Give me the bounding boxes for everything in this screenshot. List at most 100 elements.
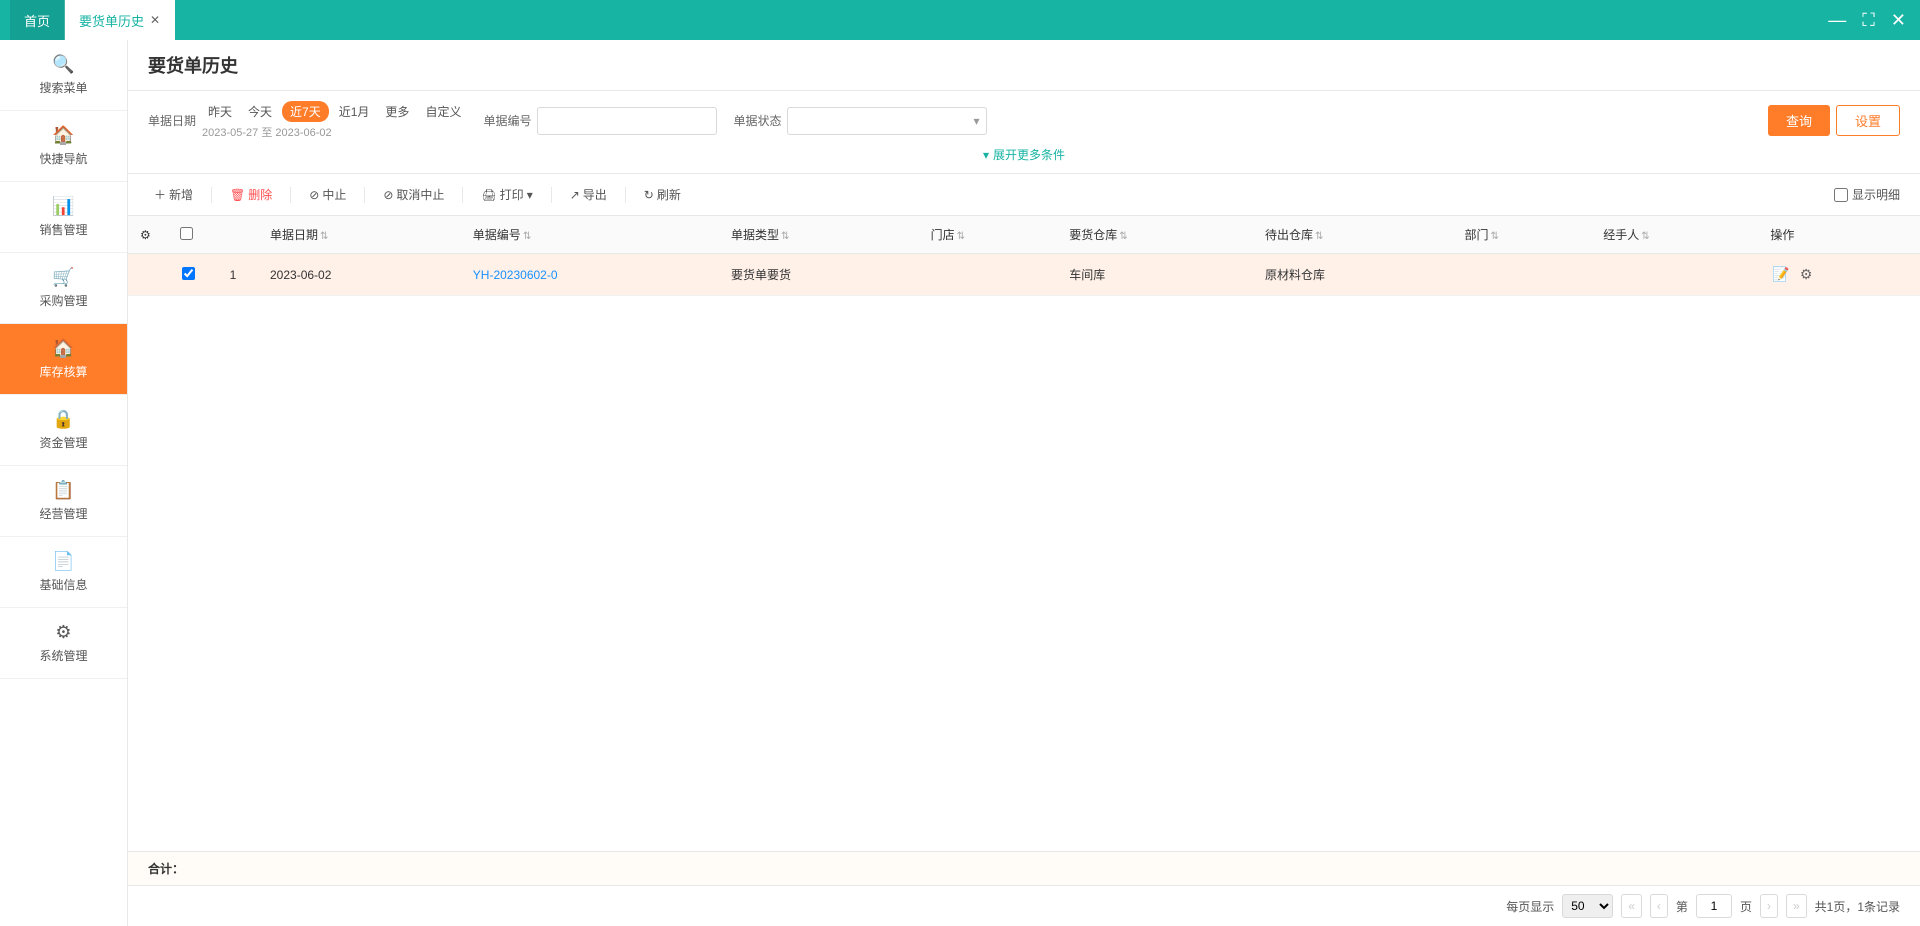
col-department-header[interactable]: 部门⇅	[1453, 216, 1592, 254]
toolbar-divider-6	[625, 187, 626, 203]
cancel-stop-btn[interactable]: ⊘ 取消中止	[377, 182, 450, 207]
total-info: 共1页，1条记录	[1815, 898, 1900, 915]
sidebar-item-sales-mgmt[interactable]: 📊 销售管理	[0, 182, 127, 253]
sort-icon-doc-no: ⇅	[523, 231, 531, 242]
plus-icon: ＋	[154, 186, 166, 203]
date-btn-yesterday[interactable]: 昨天	[202, 101, 238, 122]
tab-requisition-history[interactable]: 要货单历史 ✕	[65, 0, 175, 40]
doc-no-label: 单据编号	[483, 112, 531, 129]
display-detail-checkbox[interactable]	[1834, 188, 1848, 202]
date-btn-1month[interactable]: 近1月	[333, 101, 376, 122]
page-size-select[interactable]: 10 20 50 100	[1562, 894, 1613, 918]
new-btn-label: 新增	[169, 186, 193, 203]
date-btn-more[interactable]: 更多	[379, 101, 415, 122]
print-btn[interactable]: 🖨 打印 ▾	[475, 182, 538, 207]
sidebar-item-label: 库存核算	[39, 363, 87, 380]
query-button[interactable]: 查询	[1768, 105, 1830, 136]
sidebar: 🔍 搜索菜单 🏠 快捷导航 📊 销售管理 🛒 采购管理 🏠 库存核算 🔒	[0, 40, 128, 926]
display-detail-toggle: 显示明细	[1834, 186, 1900, 203]
base-info-icon: 📄	[52, 551, 74, 572]
setting-button[interactable]: 设置	[1836, 105, 1900, 136]
chevron-down-icon: ▾	[983, 148, 989, 162]
col-doc-no-header[interactable]: 单据编号⇅	[461, 216, 719, 254]
col-handler-header[interactable]: 经手人⇅	[1591, 216, 1758, 254]
doc-status-select[interactable]	[787, 107, 987, 135]
display-detail-label: 显示明细	[1852, 186, 1900, 203]
page-unit: 页	[1740, 898, 1752, 915]
row-more-btn[interactable]: ⚙	[1798, 264, 1815, 285]
window-close-btn[interactable]: ✕	[1887, 10, 1910, 31]
doc-status-filter-group: 单据状态	[733, 107, 987, 135]
sidebar-item-system-mgmt[interactable]: ⚙ 系统管理	[0, 608, 127, 679]
cancel-stop-icon: ⊘	[383, 188, 393, 202]
first-page-btn[interactable]: «	[1621, 894, 1642, 918]
table-body: 1 2023-06-02 YH-20230602-0 要货单要货	[128, 254, 1920, 296]
date-btn-custom[interactable]: 自定义	[419, 101, 467, 122]
table-footer: 合计：	[128, 851, 1920, 885]
page-number-input[interactable]	[1696, 894, 1732, 918]
next-page-btn[interactable]: ›	[1760, 894, 1778, 918]
export-btn-label: 导出	[583, 186, 607, 203]
sidebar-item-label: 采购管理	[39, 292, 87, 309]
tab-home[interactable]: 首页	[10, 0, 65, 40]
col-settings-header[interactable]: ⚙	[128, 216, 168, 254]
purchase-mgmt-icon: 🛒	[52, 267, 74, 288]
doc-status-label: 单据状态	[733, 112, 781, 129]
pagination-bar: 每页显示 10 20 50 100 « ‹ 第 页 › » 共1页，1条记录	[128, 885, 1920, 926]
delete-btn-label: 删除	[248, 186, 272, 203]
date-range-display: 2023-05-27 至 2023-06-02	[202, 124, 467, 140]
date-filter-label: 单据日期	[148, 112, 196, 129]
row-checkbox[interactable]	[182, 267, 195, 280]
date-btn-7days[interactable]: 近7天	[282, 101, 329, 122]
date-filter-options: 昨天 今天 近7天 近1月 更多 自定义 2023-05-27 至 2023-0…	[202, 101, 467, 140]
sidebar-item-label: 基础信息	[39, 576, 87, 593]
col-pending-warehouse-header[interactable]: 待出仓库⇅	[1253, 216, 1453, 254]
toolbar-divider-3	[364, 187, 365, 203]
refresh-btn[interactable]: ↻ 刷新	[638, 182, 687, 207]
sidebar-item-quick-nav[interactable]: 🏠 快捷导航	[0, 111, 127, 182]
window-maximize-btn[interactable]: ⛶	[1858, 10, 1879, 31]
col-doc-date-header[interactable]: 单据日期⇅	[258, 216, 461, 254]
sidebar-item-label: 搜索菜单	[39, 79, 87, 96]
sidebar-item-search-menu[interactable]: 🔍 搜索菜单	[0, 40, 127, 111]
table-container: ⚙ 单据日期⇅ 单据编号⇅ 单	[128, 216, 1920, 851]
toolbar: ＋ 新增 🗑 删除 ⊘ 中止 ⊘ 取消中止	[128, 174, 1920, 216]
stop-btn-label: 中止	[322, 186, 346, 203]
col-doc-type-header[interactable]: 单据类型⇅	[719, 216, 919, 254]
sidebar-item-purchase-mgmt[interactable]: 🛒 采购管理	[0, 253, 127, 324]
quick-nav-icon: 🏠	[52, 125, 74, 146]
stop-btn[interactable]: ⊘ 中止	[303, 182, 352, 207]
delete-btn[interactable]: 🗑 删除	[224, 182, 278, 207]
doc-status-select-wrap	[787, 107, 987, 135]
col-req-warehouse-header[interactable]: 要货仓库⇅	[1057, 216, 1253, 254]
expand-more-btn[interactable]: ▾ 展开更多条件	[983, 146, 1065, 163]
row-doc-type: 要货单要货	[731, 268, 791, 282]
refresh-icon: ↻	[644, 188, 654, 202]
row-doc-no-cell: YH-20230602-0	[461, 254, 719, 296]
window-minimize-btn[interactable]: —	[1824, 10, 1850, 31]
new-btn[interactable]: ＋ 新增	[148, 182, 199, 207]
print-dropdown-icon: ▾	[527, 188, 533, 202]
sidebar-item-ops-mgmt[interactable]: 📋 经营管理	[0, 466, 127, 537]
select-all-checkbox[interactable]	[180, 227, 193, 240]
sort-icon-doc-date: ⇅	[320, 231, 328, 242]
export-btn[interactable]: ↗ 导出	[564, 182, 613, 207]
col-store-header[interactable]: 门店⇅	[919, 216, 1058, 254]
sort-icon-store: ⇅	[957, 231, 965, 242]
row-num-cell: 1	[208, 254, 258, 296]
tab-close-icon[interactable]: ✕	[150, 13, 160, 27]
page-header: 要货单历史	[128, 40, 1920, 91]
date-btn-today[interactable]: 今天	[242, 101, 278, 122]
row-req-warehouse: 车间库	[1069, 268, 1105, 282]
sidebar-item-base-info[interactable]: 📄 基础信息	[0, 537, 127, 608]
row-edit-btn[interactable]: 📝	[1770, 264, 1791, 285]
doc-no-input[interactable]	[537, 107, 717, 135]
sort-icon-department: ⇅	[1491, 231, 1499, 242]
sidebar-item-finance-mgmt[interactable]: 🔒 资金管理	[0, 395, 127, 466]
sidebar-item-inventory-calc[interactable]: 🏠 库存核算	[0, 324, 127, 395]
prev-page-btn[interactable]: ‹	[1650, 894, 1668, 918]
last-page-btn[interactable]: »	[1786, 894, 1807, 918]
row-doc-no-link[interactable]: YH-20230602-0	[473, 268, 558, 282]
inventory-calc-icon: 🏠	[52, 338, 74, 359]
cancel-stop-btn-label: 取消中止	[396, 186, 444, 203]
